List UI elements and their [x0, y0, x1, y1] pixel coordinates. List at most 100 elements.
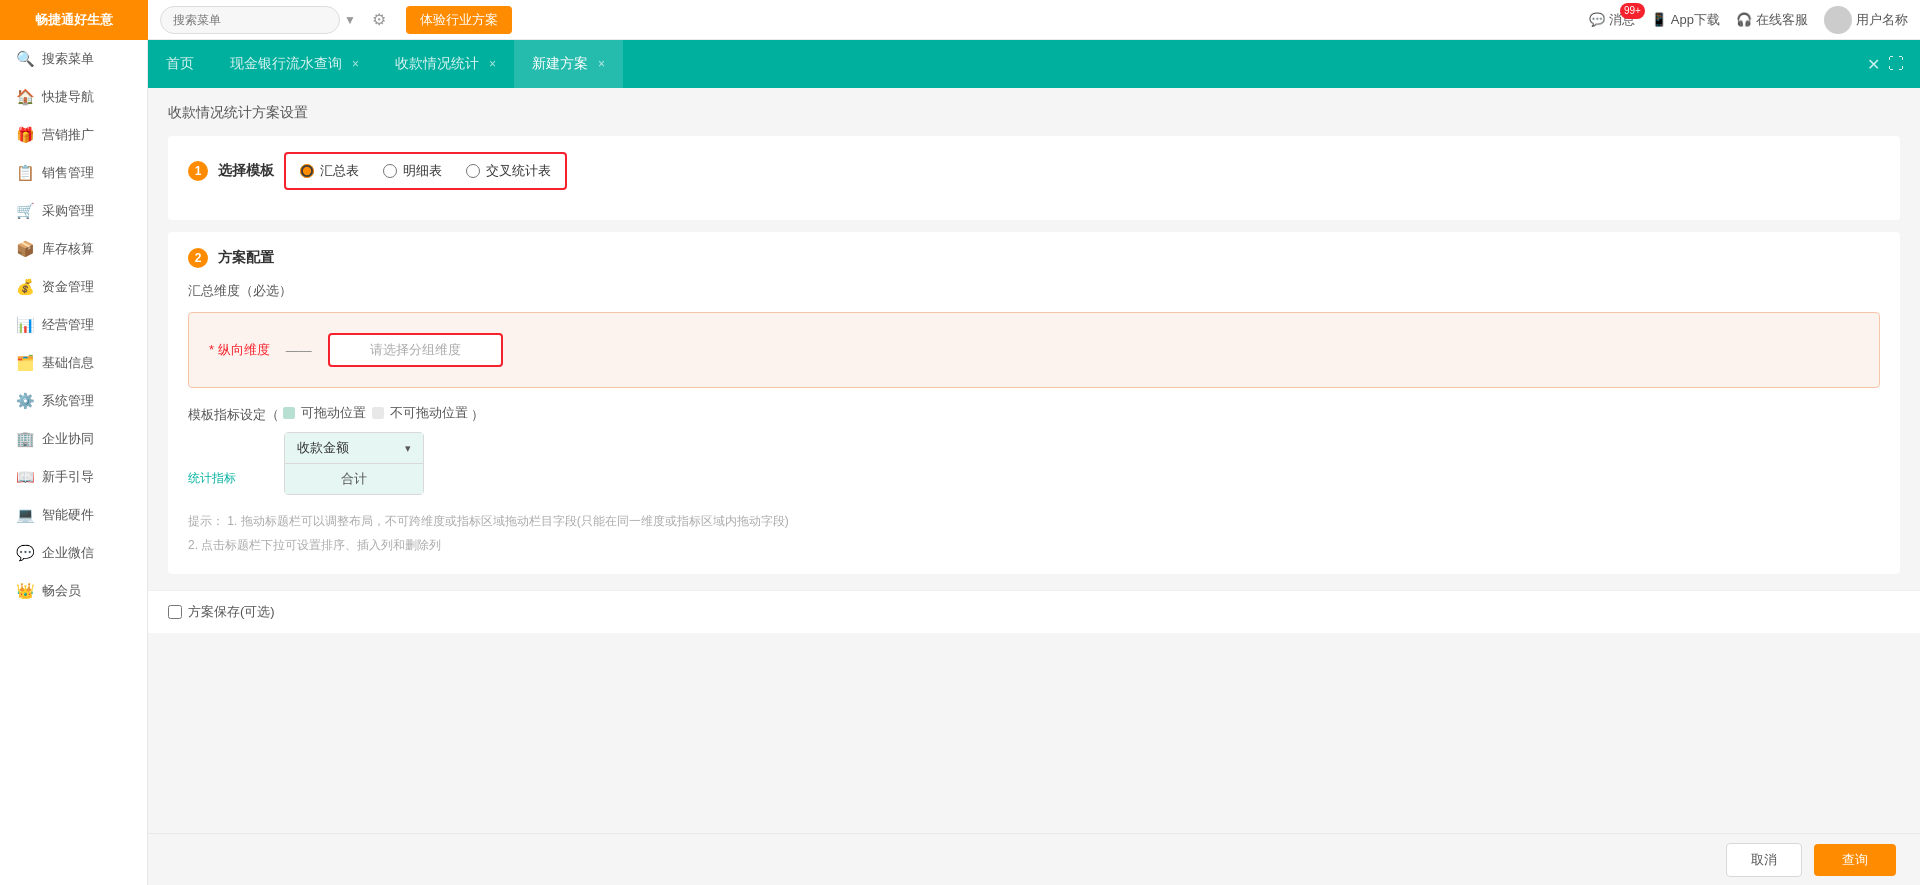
tab-label-new-plan: 新建方案	[532, 55, 588, 73]
sidebar-label-basic: 基础信息	[42, 354, 94, 372]
non-draggable-label: 不可拖动位置	[390, 404, 468, 422]
radio-detail-label: 明细表	[403, 162, 442, 180]
tip-0: 提示： 1. 拖动标题栏可以调整布局，不可跨维度或指标区域拖动栏目字段(只能在同…	[188, 511, 1880, 533]
message-icon: 💬	[1589, 12, 1605, 27]
top-search-wrapper: ▼	[160, 6, 356, 34]
trial-button[interactable]: 体验行业方案	[406, 6, 512, 34]
radio-cross-label: 交叉统计表	[486, 162, 551, 180]
step2-title: 方案配置	[218, 249, 274, 267]
sidebar-item-member[interactable]: 👑 畅会员	[0, 572, 147, 610]
sidebar-item-inventory[interactable]: 📦 库存核算	[0, 230, 147, 268]
service-icon: 🎧	[1736, 12, 1752, 27]
metrics-table-header[interactable]: 收款金额 ▾	[285, 433, 423, 464]
sidebar-item-basic[interactable]: 🗂️ 基础信息	[0, 344, 147, 382]
metrics-table-wrapper: 统计指标 收款金额 ▾ 合计	[188, 432, 1880, 495]
search-input[interactable]	[160, 6, 340, 34]
sidebar-label-corp: 企业协同	[42, 430, 94, 448]
user-area[interactable]: 用户名称	[1824, 6, 1908, 34]
sidebar-item-hardware[interactable]: 💻智能硬件	[0, 496, 147, 534]
step2-number: 2	[188, 248, 208, 268]
sidebar: 🔍 搜索菜单 🏠 快捷导航 🎁 营销推广 📋销售管理🛒采购管理 📦 库存核算 💰 资金管理 📊 经营管理…	[0, 40, 148, 885]
dimension-row-label: * 纵向维度	[209, 341, 270, 359]
metrics-label-row: 模板指标设定（ 可拖动位置 不可拖动位置 ）	[188, 404, 1880, 424]
search-menu-icon: 🔍	[16, 50, 34, 68]
sidebar-label-hardware: 智能硬件	[42, 506, 94, 524]
query-button[interactable]: 查询	[1814, 844, 1896, 876]
quick-nav-icon: 🏠	[16, 88, 34, 106]
tab-close-receipt-stats[interactable]: ×	[489, 57, 496, 71]
message-btn[interactable]: 💬 消息 99+	[1589, 11, 1635, 29]
sidebar-label-purchase: 采购管理	[42, 202, 94, 220]
draggable-legend-dot	[283, 407, 295, 419]
sidebar-label-wechat: 企业微信	[42, 544, 94, 562]
download-label: App下载	[1671, 11, 1720, 29]
sidebar-item-guide[interactable]: 📖新手引导	[0, 458, 147, 496]
tab-label-home: 首页	[166, 55, 194, 73]
sidebar-item-corp[interactable]: 🏢 企业协同	[0, 420, 147, 458]
sidebar-label-marketing: 营销推广	[42, 126, 94, 144]
sidebar-label-finance: 资金管理	[42, 278, 94, 296]
dimension-area: * 纵向维度 —— 请选择分组维度	[188, 312, 1880, 388]
step1-title: 选择模板	[218, 162, 274, 180]
radio-detail[interactable]: 明细表	[383, 162, 442, 180]
maximize-window-icon[interactable]: ⛶	[1888, 55, 1904, 73]
sidebar-label-quick-nav: 快捷导航	[42, 88, 94, 106]
step1-number: 1	[188, 161, 208, 181]
tab-label-cash-flow: 现金银行流水查询	[230, 55, 342, 73]
dimension-title: 汇总维度（必选）	[188, 282, 1880, 300]
dimension-select[interactable]: 请选择分组维度	[328, 333, 503, 367]
tab-receipt-stats[interactable]: 收款情况统计 ×	[377, 40, 514, 88]
content-area: 首页现金银行流水查询×收款情况统计×新建方案× ✕ ⛶ 收款情况统计方案设置 1…	[148, 40, 1920, 885]
sidebar-label-search-menu: 搜索菜单	[42, 50, 94, 68]
step2-section: 2 方案配置 汇总维度（必选） * 纵向维度 —— 请选择分组维度	[168, 232, 1900, 574]
close-window-icon[interactable]: ✕	[1867, 55, 1880, 74]
tab-home[interactable]: 首页	[148, 40, 212, 88]
logo-text: 畅捷通好生意	[35, 11, 113, 29]
basic-icon: 🗂️	[16, 354, 34, 372]
radio-cross[interactable]: 交叉统计表	[466, 162, 551, 180]
tab-close-new-plan[interactable]: ×	[598, 57, 605, 71]
member-icon: 👑	[16, 582, 34, 600]
download-btn[interactable]: 📱 App下载	[1651, 11, 1720, 29]
save-checkbox[interactable]	[168, 605, 182, 619]
sidebar-label-operations: 经营管理	[42, 316, 94, 334]
metrics-col-dropdown-icon[interactable]: ▾	[405, 442, 411, 455]
sidebar-item-quick-nav[interactable]: 🏠 快捷导航	[0, 78, 147, 116]
sidebar-item-finance[interactable]: 💰 资金管理	[0, 268, 147, 306]
finance-icon: 💰	[16, 278, 34, 296]
sidebar-item-operations[interactable]: 📊 经营管理	[0, 306, 147, 344]
sidebar-item-purchase[interactable]: 🛒采购管理	[0, 192, 147, 230]
avatar	[1824, 6, 1852, 34]
service-btn[interactable]: 🎧 在线客服	[1736, 11, 1808, 29]
tab-new-plan[interactable]: 新建方案 ×	[514, 40, 623, 88]
sidebar-label-member: 畅会员	[42, 582, 81, 600]
sidebar-label-system: 系统管理	[42, 392, 94, 410]
metrics-section-label-col: 统计指标	[188, 432, 268, 495]
tab-label-receipt-stats: 收款情况统计	[395, 55, 479, 73]
tab-cash-flow[interactable]: 现金银行流水查询 ×	[212, 40, 377, 88]
corp-icon: 🏢	[16, 430, 34, 448]
sidebar-label-inventory: 库存核算	[42, 240, 94, 258]
sidebar-item-system[interactable]: ⚙️系统管理	[0, 382, 147, 420]
tip-1: 2. 点击标题栏下拉可设置排序、插入列和删除列	[188, 535, 1880, 557]
sidebar-item-wechat[interactable]: 💬企业微信	[0, 534, 147, 572]
gear-icon[interactable]: ⚙	[372, 10, 386, 29]
sidebar-label-guide: 新手引导	[42, 468, 94, 486]
save-label: 方案保存(可选)	[188, 603, 275, 621]
marketing-icon: 🎁	[16, 126, 34, 144]
user-name: 用户名称	[1856, 11, 1908, 29]
tab-close-cash-flow[interactable]: ×	[352, 57, 359, 71]
inventory-icon: 📦	[16, 240, 34, 258]
sales-icon: 📋	[16, 164, 34, 182]
non-draggable-legend-dot	[372, 407, 384, 419]
metrics-setting-label: 模板指标设定（ 可拖动位置 不可拖动位置 ）	[188, 404, 484, 424]
save-checkbox-label[interactable]: 方案保存(可选)	[168, 603, 275, 621]
cancel-button[interactable]: 取消	[1726, 843, 1802, 877]
sidebar-item-sales[interactable]: 📋销售管理	[0, 154, 147, 192]
search-arrow-icon[interactable]: ▼	[344, 13, 356, 27]
top-right-area: 💬 消息 99+ 📱 App下载 🎧 在线客服 用户名称	[1589, 6, 1908, 34]
sidebar-item-marketing[interactable]: 🎁 营销推广	[0, 116, 147, 154]
radio-summary[interactable]: 汇总表	[300, 162, 359, 180]
sidebar-item-search-menu[interactable]: 🔍 搜索菜单	[0, 40, 147, 78]
operations-icon: 📊	[16, 316, 34, 334]
